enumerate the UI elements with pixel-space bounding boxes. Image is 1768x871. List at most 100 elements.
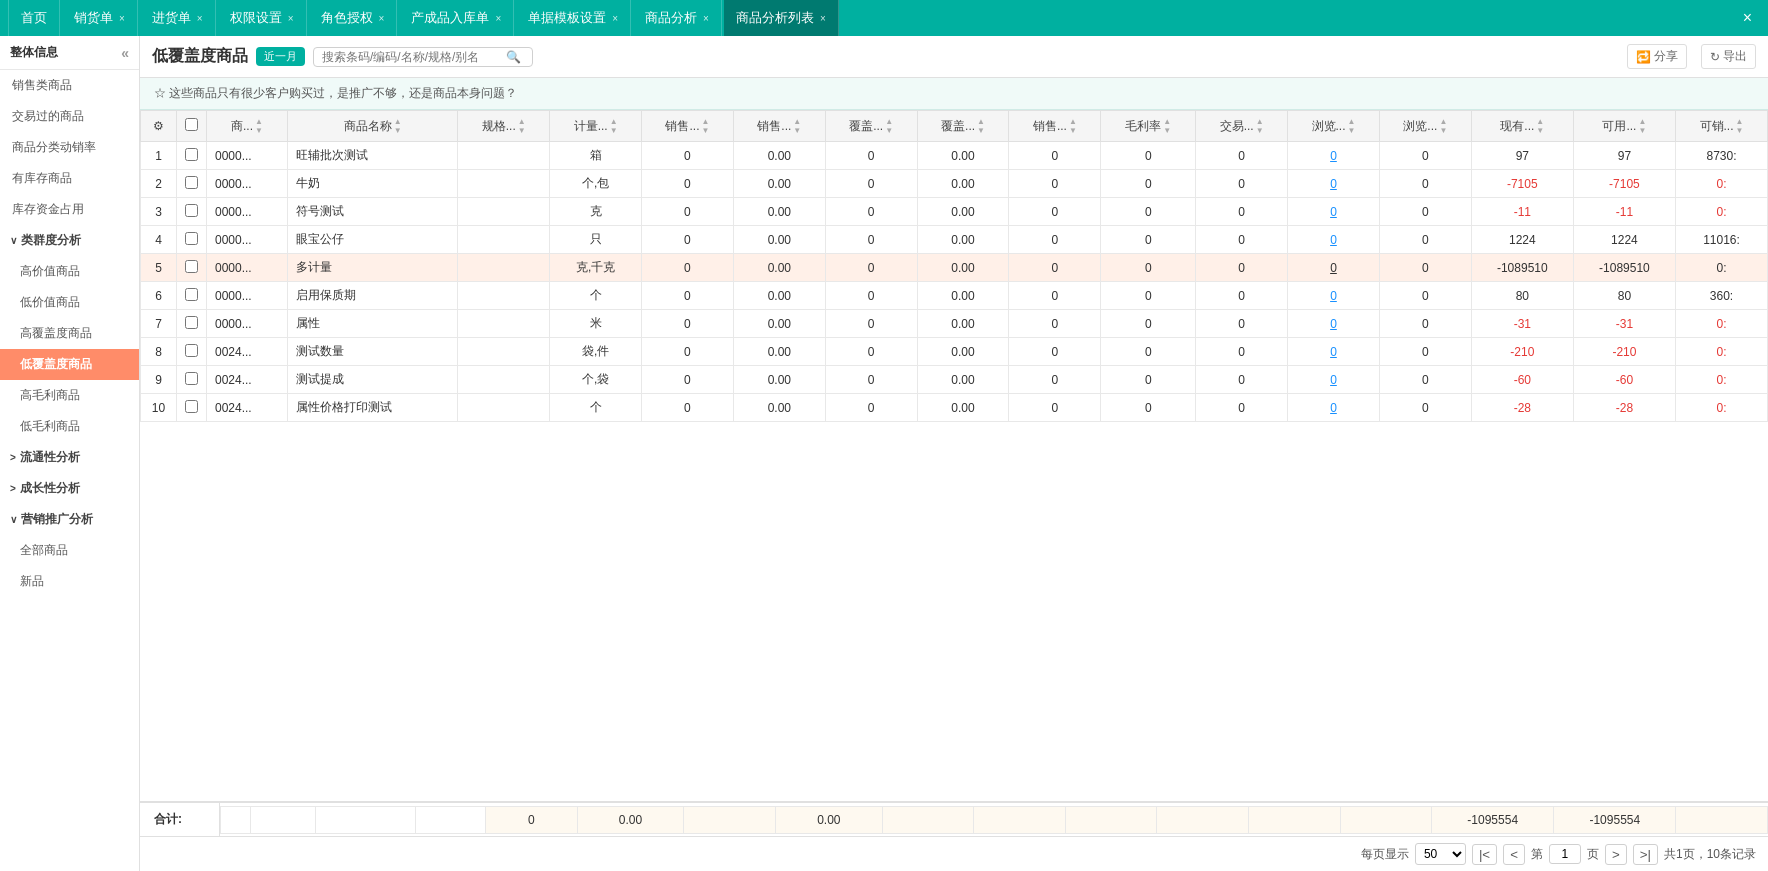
close-icon[interactable]: × [703,13,709,24]
sidebar-item-high-value[interactable]: 高价值商品 [0,256,139,287]
share-button[interactable]: 🔁 分享 [1627,44,1687,69]
table-wrapper[interactable]: ⚙ 商... ▲▼ 商品名称 ▲▼ [140,110,1768,801]
sidebar-item-new-goods[interactable]: 新品 [0,566,139,597]
row-checkbox[interactable] [185,260,198,273]
total-sales2: 0.00 [577,806,684,833]
col-saleable[interactable]: 可销... ▲▼ [1675,111,1767,142]
chevron-down-icon: ∨ [10,514,17,525]
sidebar-group-growth[interactable]: > 成长性分析 [0,473,139,504]
nav-tab-purchase[interactable]: 进货单 × [140,0,216,36]
per-page-select[interactable]: 50 100 200 [1415,843,1466,865]
nav-tab-home[interactable]: 首页 [8,0,60,36]
period-button[interactable]: 近一月 [256,47,305,66]
row-checkbox[interactable] [185,344,198,357]
prev-page-button[interactable]: < [1503,844,1525,865]
search-input[interactable] [322,50,502,64]
row-checkbox[interactable] [185,372,198,385]
sidebar-item-all-goods[interactable]: 全部商品 [0,535,139,566]
page-input[interactable] [1549,844,1581,864]
window-close-button[interactable]: × [1735,5,1760,31]
content-area: 低覆盖度商品 近一月 🔍 🔁 分享 ↻ 导出 ☆ 这些商品只有很少客户购买过，是… [140,36,1768,871]
chevron-right-icon: > [10,483,16,494]
nav-tab-analysis-list[interactable]: 商品分析列表 × [724,0,839,36]
sidebar-item-high-margin[interactable]: 高毛利商品 [0,380,139,411]
sidebar-item-category-rate[interactable]: 商品分类动销率 [0,132,139,163]
col-stock2[interactable]: 可用... ▲▼ [1573,111,1675,142]
sidebar-item-stocked-goods[interactable]: 有库存商品 [0,163,139,194]
col-code[interactable]: 商... ▲▼ [207,111,288,142]
row-checkbox[interactable] [185,148,198,161]
export-button[interactable]: ↻ 导出 [1701,44,1756,69]
totals-table: 0 0.00 0.00 -1095554 -1095554 [220,806,1768,834]
pagination: 每页显示 50 100 200 |< < 第 页 > >| 共1页，10条记录 [140,836,1768,871]
col-stock1[interactable]: 现有... ▲▼ [1471,111,1573,142]
sidebar-group-coverage[interactable]: ∨ 类群度分析 [0,225,139,256]
col-unit[interactable]: 计量... ▲▼ [550,111,642,142]
sidebar-header: 整体信息 « [0,36,139,70]
chevron-down-icon: ∨ [10,235,17,246]
close-icon[interactable]: × [820,13,826,24]
last-page-button[interactable]: >| [1633,844,1658,865]
col-gross[interactable]: 毛利率 ▲▼ [1101,111,1196,142]
close-icon[interactable]: × [119,13,125,24]
row-checkbox[interactable] [185,204,198,217]
table-row: 50000...多计量克,千克00.0000.0000000-1089510-1… [141,254,1768,282]
col-name[interactable]: 商品名称 ▲▼ [287,111,457,142]
top-nav: 首页 销货单 × 进货单 × 权限设置 × 角色授权 × 产成品入库单 × 单据… [0,0,1768,36]
col-browse1[interactable]: 浏览... ▲▼ [1288,111,1380,142]
nav-tab-product[interactable]: 产成品入库单 × [399,0,514,36]
col-sales2[interactable]: 销售... ▲▼ [733,111,825,142]
totals-label: 合计: [140,803,220,836]
info-banner: ☆ 这些商品只有很少客户购买过，是推广不够，还是商品本身问题？ [140,78,1768,110]
sidebar-group-liquidity[interactable]: > 流通性分析 [0,442,139,473]
sidebar-collapse-button[interactable]: « [121,45,129,61]
nav-tab-role[interactable]: 角色授权 × [309,0,398,36]
sidebar: 整体信息 « 销售类商品 交易过的商品 商品分类动销率 有库存商品 库存资金占用… [0,36,140,871]
sidebar-item-high-coverage[interactable]: 高覆盖度商品 [0,318,139,349]
row-checkbox[interactable] [185,400,198,413]
search-icon: 🔍 [506,50,521,64]
col-trade[interactable]: 交易... ▲▼ [1196,111,1288,142]
sidebar-group-marketing[interactable]: ∨ 营销推广分析 [0,504,139,535]
close-icon[interactable]: × [495,13,501,24]
total-cover2: 0.00 [775,806,882,833]
sidebar-item-low-value[interactable]: 低价值商品 [0,287,139,318]
sidebar-item-sales-goods[interactable]: 销售类商品 [0,70,139,101]
col-cover1[interactable]: 覆盖... ▲▼ [825,111,917,142]
select-all-checkbox[interactable] [185,118,198,131]
total-stock1: -1095554 [1432,806,1554,833]
close-icon[interactable]: × [197,13,203,24]
nav-tab-template[interactable]: 单据模板设置 × [516,0,631,36]
close-icon[interactable]: × [612,13,618,24]
col-settings[interactable]: ⚙ [141,111,177,142]
col-sales3[interactable]: 销售... ▲▼ [1009,111,1101,142]
row-checkbox[interactable] [185,232,198,245]
sidebar-item-low-coverage[interactable]: 低覆盖度商品 [0,349,139,380]
col-browse2[interactable]: 浏览... ▲▼ [1379,111,1471,142]
first-page-button[interactable]: |< [1472,844,1497,865]
col-sales1[interactable]: 销售... ▲▼ [642,111,734,142]
sidebar-item-traded-goods[interactable]: 交易过的商品 [0,101,139,132]
nav-tab-perm[interactable]: 权限设置 × [218,0,307,36]
table-row: 70000...属性米00.0000.0000000-31-310: [141,310,1768,338]
nav-tab-sales[interactable]: 销货单 × [62,0,138,36]
table-row: 20000...牛奶个,包00.0000.0000000-7105-71050: [141,170,1768,198]
row-checkbox[interactable] [185,176,198,189]
row-checkbox[interactable] [185,316,198,329]
sidebar-item-low-margin[interactable]: 低毛利商品 [0,411,139,442]
page-title: 低覆盖度商品 [152,46,248,67]
main-container: 整体信息 « 销售类商品 交易过的商品 商品分类动销率 有库存商品 库存资金占用… [0,36,1768,871]
row-checkbox[interactable] [185,288,198,301]
col-spec[interactable]: 规格... ▲▼ [458,111,550,142]
nav-tab-analysis[interactable]: 商品分析 × [633,0,722,36]
close-icon[interactable]: × [288,13,294,24]
close-icon[interactable]: × [379,13,385,24]
table-body: 10000...旺辅批次测试箱00.0000.000000097978730:2… [141,142,1768,422]
next-page-button[interactable]: > [1605,844,1627,865]
totals-inner: 0 0.00 0.00 -1095554 -1095554 [220,806,1768,834]
col-cover2[interactable]: 覆盖... ▲▼ [917,111,1009,142]
sidebar-item-inventory-capital[interactable]: 库存资金占用 [0,194,139,225]
content-header: 低覆盖度商品 近一月 🔍 🔁 分享 ↻ 导出 [140,36,1768,78]
table-header-row: ⚙ 商... ▲▼ 商品名称 ▲▼ [141,111,1768,142]
col-checkbox[interactable] [177,111,207,142]
